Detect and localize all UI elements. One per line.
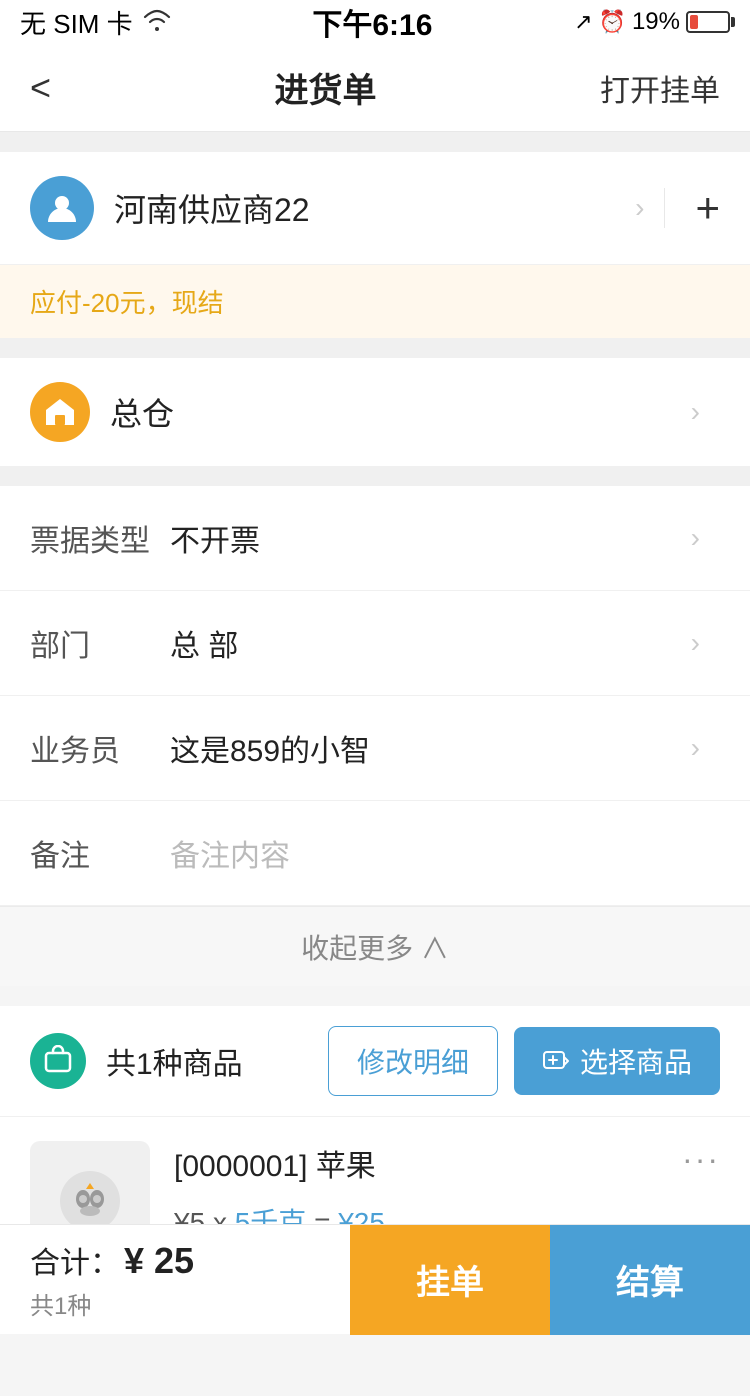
status-right: ↗ ⏰ 19% [574,8,730,36]
alarm-icon: ⏰ [599,9,626,35]
modify-detail-button[interactable]: 修改明细 [328,1026,498,1096]
products-count: 共1种商品 [106,1039,328,1083]
page-title: 进货单 [275,63,377,112]
main-content: 河南供应商22 › + 应付-20元，现结 总仓 › 票据类型 不开票 [0,132,750,1396]
open-pending-button[interactable]: 打开挂单 [600,66,720,110]
cart-icon [42,1045,74,1077]
invoice-value: 不开票 [170,516,691,560]
wifi-icon [143,7,171,38]
section-gap-3 [0,466,750,486]
department-row[interactable]: 部门 总 部 › [0,591,750,696]
chevron-right-icon: › [635,192,644,224]
invoice-row[interactable]: 票据类型 不开票 › [0,486,750,591]
remark-row[interactable]: 备注 备注内容 [0,801,750,906]
section-gap-2 [0,338,750,358]
status-time: 下午6:16 [312,0,432,44]
total-label: 合计： [30,1238,120,1282]
location-icon: ↗ [574,9,592,35]
select-product-icon [542,1047,570,1075]
salesman-chevron-icon: › [691,732,700,764]
products-header: 共1种商品 修改明细 选择商品 [0,1006,750,1117]
warehouse-card: 总仓 › [0,358,750,466]
select-product-label: 选择商品 [580,1041,692,1081]
bottom-bar: 合计： ¥ 25 共1种 挂单 结算 [0,1224,750,1334]
supplier-avatar [30,176,94,240]
invoice-label: 票据类型 [30,516,170,560]
select-product-button[interactable]: 选择商品 [514,1027,720,1095]
hang-button[interactable]: 挂单 [350,1225,550,1335]
supplier-name: 河南供应商22 [114,185,635,231]
avatar-icon [44,190,80,226]
checkout-button[interactable]: 结算 [550,1225,750,1335]
department-chevron-icon: › [691,627,700,659]
total-section: 合计： ¥ 25 共1种 [0,1238,350,1321]
remark-input[interactable]: 备注内容 [170,831,720,875]
invoice-chevron-icon: › [691,522,700,554]
product-more-button[interactable]: ··· [682,1141,720,1178]
warehouse-icon [30,382,90,442]
product-name: [0000001] 苹果 [174,1141,682,1185]
status-left: 无 SIM 卡 [20,4,171,41]
supplier-notice: 应付-20元，现结 [0,265,750,338]
status-bar: 无 SIM 卡 下午6:16 ↗ ⏰ 19% [0,0,750,44]
total-count: 共1种 [30,1286,320,1321]
warehouse-name: 总仓 [110,389,691,435]
divider [664,188,665,228]
product-code: [0000001] [174,1150,307,1183]
department-label: 部门 [30,621,170,665]
warehouse-svg [43,395,77,429]
supplier-row[interactable]: 河南供应商22 › + [0,152,750,265]
battery-icon [686,11,730,33]
carrier-text: 无 SIM 卡 [20,4,133,41]
salesman-value: 这是859的小智 [170,726,691,770]
battery-percent: 19% [632,8,680,36]
form-section: 票据类型 不开票 › 部门 总 部 › 业务员 这是859的小智 › 备注 备注… [0,486,750,986]
back-button[interactable]: < [30,67,51,109]
remark-label: 备注 [30,831,170,875]
total-amount: ¥ 25 [124,1240,194,1282]
collapse-toggle[interactable]: 收起更多 ∧ [0,906,750,986]
department-value: 总 部 [170,621,691,665]
warehouse-chevron-icon: › [691,396,700,428]
section-gap-1 [0,132,750,152]
supplier-card: 河南供应商22 › + 应付-20元，现结 [0,152,750,338]
warehouse-row[interactable]: 总仓 › [0,358,750,466]
product-title: 苹果 [316,1150,376,1183]
products-icon [30,1033,86,1089]
salesman-row[interactable]: 业务员 这是859的小智 › [0,696,750,801]
salesman-label: 业务员 [30,726,170,770]
add-supplier-icon[interactable]: + [695,187,720,229]
nav-bar: < 进货单 打开挂单 [0,44,750,132]
